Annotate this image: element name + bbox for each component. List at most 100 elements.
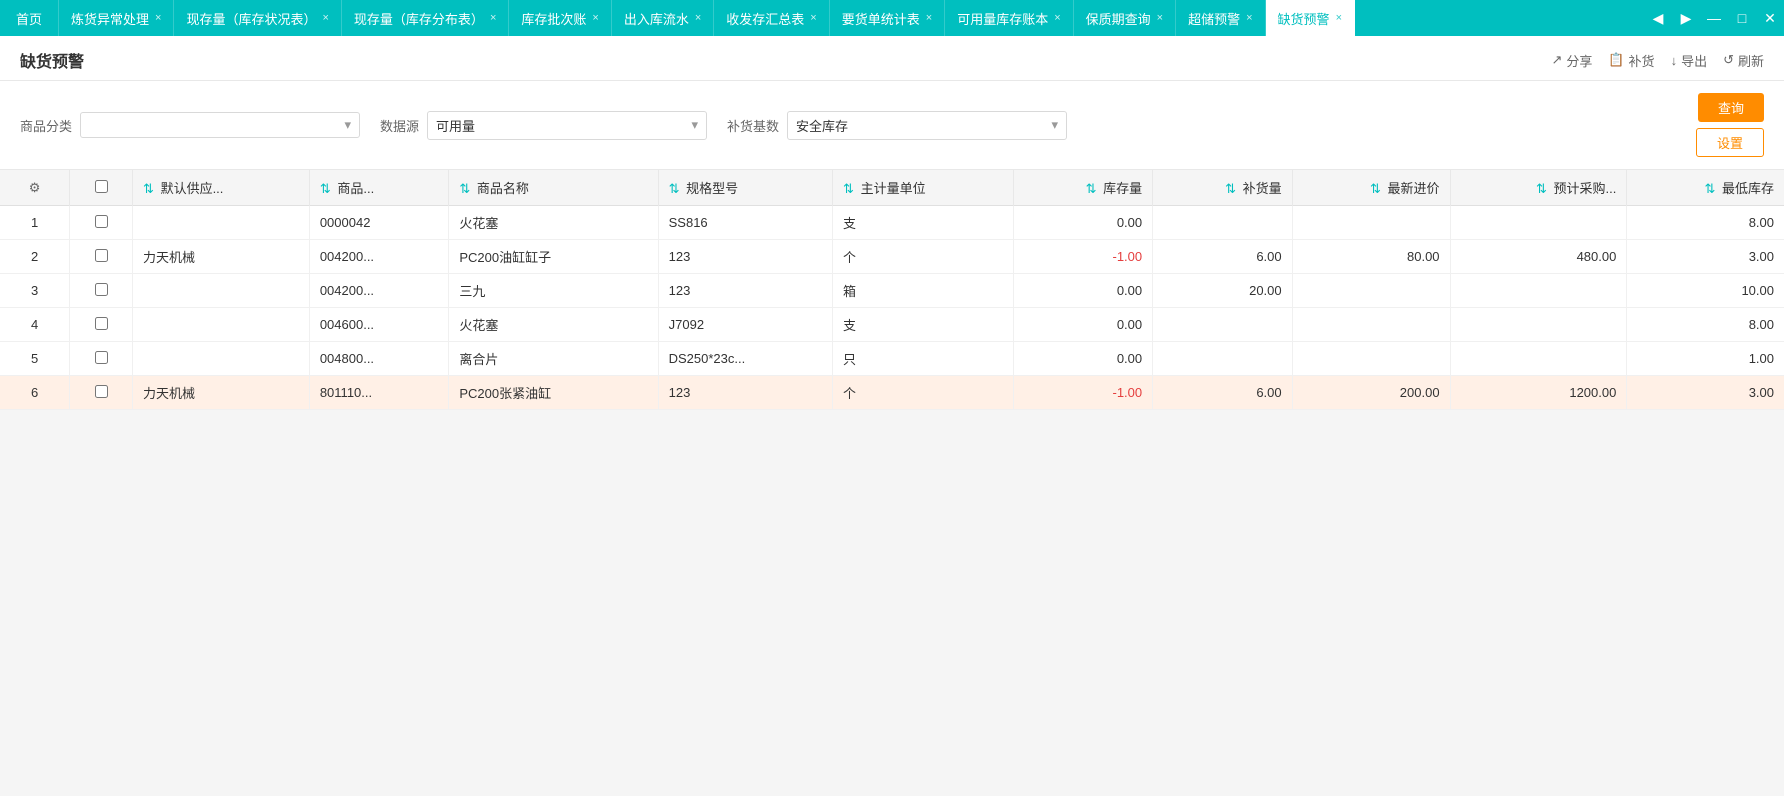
row-num: 2 xyxy=(0,240,70,274)
tab-inventory-status[interactable]: 现存量（库存状况表） × xyxy=(174,0,341,36)
row-minstock: 3.00 xyxy=(1627,376,1784,410)
row-stock: -1.00 xyxy=(1013,240,1153,274)
sort-supplier-icon[interactable]: ⇅ xyxy=(143,181,154,196)
table-row: 6 力天机械 801110... PC200张紧油缸 123 个 -1.00 6… xyxy=(0,376,1784,410)
replenish-base-select[interactable]: 安全库存 ▾ xyxy=(787,111,1067,140)
datasource-select[interactable]: 可用量 ▾ xyxy=(427,111,707,140)
replenish-btn[interactable]: 📋 补货 xyxy=(1608,51,1654,70)
row-price xyxy=(1292,342,1450,376)
row-purchase: 1200.00 xyxy=(1450,376,1627,410)
close-inventory-status-tab[interactable]: × xyxy=(322,12,328,24)
row-purchase: 480.00 xyxy=(1450,240,1627,274)
row-checkbox-cell xyxy=(70,274,133,308)
sort-price-icon[interactable]: ⇅ xyxy=(1370,181,1381,196)
close-expiry-tab[interactable]: × xyxy=(1157,12,1163,24)
window-close-btn[interactable]: ✕ xyxy=(1756,10,1784,27)
replenish-base-filter-group: 补货基数 安全库存 ▾ xyxy=(727,111,1067,140)
th-supplier: ⇅ 默认供应... xyxy=(133,170,310,206)
tab-overstock[interactable]: 超储预警 × xyxy=(1176,0,1265,36)
row-checkbox[interactable] xyxy=(95,283,108,296)
row-checkbox[interactable] xyxy=(95,385,108,398)
row-purchase xyxy=(1450,342,1627,376)
tab-available[interactable]: 可用量库存账本 × xyxy=(945,0,1073,36)
query-btn[interactable]: 查询 xyxy=(1698,93,1764,122)
tab-home[interactable]: 首页 xyxy=(0,0,59,36)
tab-inout[interactable]: 出入库流水 × xyxy=(612,0,714,36)
sort-purchase-icon[interactable]: ⇅ xyxy=(1536,181,1547,196)
table-row: 2 力天机械 004200... PC200油缸缸子 123 个 -1.00 6… xyxy=(0,240,1784,274)
sort-unit-icon[interactable]: ⇅ xyxy=(843,181,854,196)
row-code: 801110... xyxy=(309,376,449,410)
row-replenish: 6.00 xyxy=(1153,376,1293,410)
sort-stock-icon[interactable]: ⇅ xyxy=(1086,181,1097,196)
sort-spec-icon[interactable]: ⇅ xyxy=(669,181,680,196)
row-checkbox[interactable] xyxy=(95,215,108,228)
row-minstock: 1.00 xyxy=(1627,342,1784,376)
sort-code-icon[interactable]: ⇅ xyxy=(320,181,331,196)
row-price xyxy=(1292,308,1450,342)
window-maximize-btn[interactable]: □ xyxy=(1728,10,1756,26)
table-header-row: ⚙ ⇅ 默认供应... ⇅ 商品... ⇅ 商品名称 xyxy=(0,170,1784,206)
row-stock: 0.00 xyxy=(1013,274,1153,308)
table-row: 3 004200... 三九 123 箱 0.00 20.00 10.00 xyxy=(0,274,1784,308)
filter-actions: 查询 设置 xyxy=(1696,93,1764,157)
close-requisition-tab[interactable]: × xyxy=(926,12,932,24)
row-supplier xyxy=(133,308,310,342)
sort-minstock-icon[interactable]: ⇅ xyxy=(1704,181,1715,196)
refresh-btn[interactable]: ↺ 刷新 xyxy=(1723,51,1764,70)
share-icon: ↗ xyxy=(1551,52,1562,68)
close-exception-tab[interactable]: × xyxy=(155,12,161,24)
page-actions: ↗ 分享 📋 补货 ↓ 导出 ↺ 刷新 xyxy=(1551,51,1764,70)
tab-nav-right[interactable]: ▶ xyxy=(1672,10,1700,27)
close-shortage-tab[interactable]: × xyxy=(1336,12,1342,24)
replenish-icon: 📋 xyxy=(1608,52,1624,68)
category-select[interactable]: ▾ xyxy=(80,112,360,138)
tab-expiry[interactable]: 保质期查询 × xyxy=(1074,0,1176,36)
row-supplier: 力天机械 xyxy=(133,240,310,274)
row-name: 火花塞 xyxy=(449,206,658,240)
close-collection-tab[interactable]: × xyxy=(810,12,816,24)
tab-shortage[interactable]: 缺货预警 × xyxy=(1266,0,1355,36)
tab-requisition[interactable]: 要货单统计表 × xyxy=(830,0,945,36)
row-checkbox-cell xyxy=(70,206,133,240)
row-price: 200.00 xyxy=(1292,376,1450,410)
close-inout-tab[interactable]: × xyxy=(695,12,701,24)
close-inventory-dist-tab[interactable]: × xyxy=(490,12,496,24)
row-name: PC200张紧油缸 xyxy=(449,376,658,410)
window-minimize-btn[interactable]: — xyxy=(1700,10,1728,26)
row-checkbox-cell xyxy=(70,376,133,410)
tab-inventory-dist[interactable]: 现存量（库存分布表） × xyxy=(342,0,509,36)
select-all-checkbox[interactable] xyxy=(95,180,108,193)
row-price: 80.00 xyxy=(1292,240,1450,274)
close-overstock-tab[interactable]: × xyxy=(1246,12,1252,24)
share-btn[interactable]: ↗ 分享 xyxy=(1551,51,1592,70)
export-btn[interactable]: ↓ 导出 xyxy=(1671,51,1708,70)
row-checkbox[interactable] xyxy=(95,317,108,330)
tab-collection[interactable]: 收发存汇总表 × xyxy=(714,0,829,36)
row-purchase xyxy=(1450,274,1627,308)
row-spec: 123 xyxy=(658,376,832,410)
tab-nav-left[interactable]: ◀ xyxy=(1644,10,1672,27)
settings-gear-icon[interactable]: ⚙ xyxy=(29,180,41,195)
sort-name-icon[interactable]: ⇅ xyxy=(459,181,470,196)
row-minstock: 8.00 xyxy=(1627,206,1784,240)
row-unit: 个 xyxy=(833,240,1014,274)
sort-replenish-icon[interactable]: ⇅ xyxy=(1225,181,1236,196)
th-gear: ⚙ xyxy=(0,170,70,206)
row-supplier xyxy=(133,342,310,376)
th-purchase: ⇅ 预计采购... xyxy=(1450,170,1627,206)
close-available-tab[interactable]: × xyxy=(1054,12,1060,24)
row-minstock: 10.00 xyxy=(1627,274,1784,308)
row-replenish xyxy=(1153,308,1293,342)
close-batch-tab[interactable]: × xyxy=(592,12,598,24)
th-price: ⇅ 最新进价 xyxy=(1292,170,1450,206)
row-checkbox[interactable] xyxy=(95,351,108,364)
tab-batch[interactable]: 库存批次账 × xyxy=(509,0,611,36)
row-price xyxy=(1292,274,1450,308)
category-filter-group: 商品分类 ▾ xyxy=(20,112,360,138)
settings-btn[interactable]: 设置 xyxy=(1696,128,1764,157)
row-name: 三九 xyxy=(449,274,658,308)
row-checkbox[interactable] xyxy=(95,249,108,262)
row-num: 3 xyxy=(0,274,70,308)
tab-exception[interactable]: 炼货异常处理 × xyxy=(59,0,174,36)
